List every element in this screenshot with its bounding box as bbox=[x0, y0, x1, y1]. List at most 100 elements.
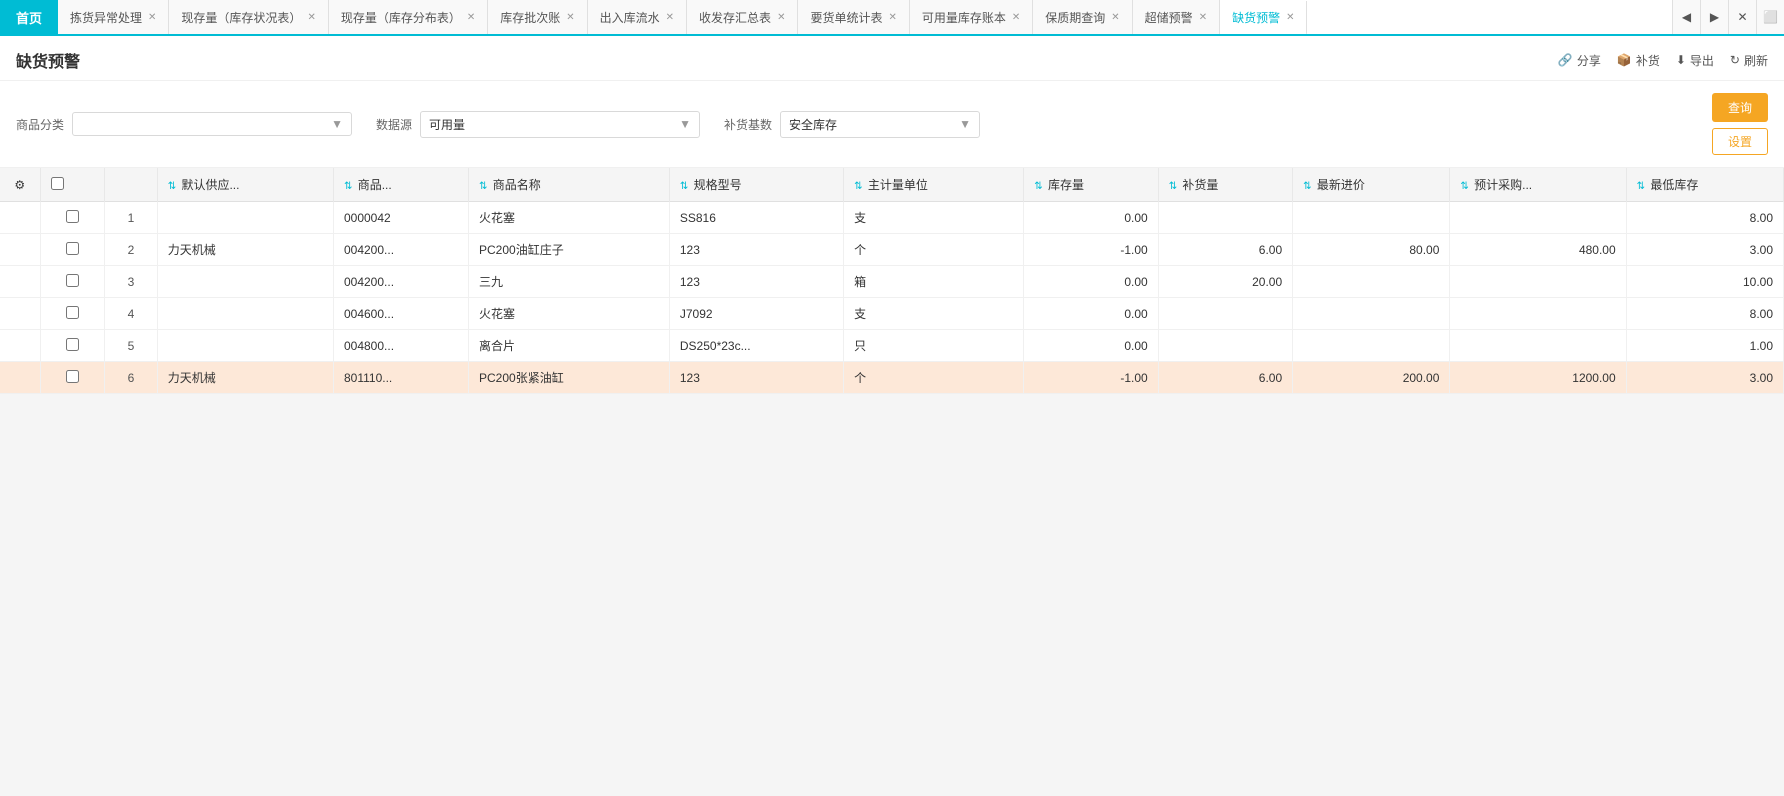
table-row: 4 004600... 火花塞 J7092 支 0.00 8.00 bbox=[0, 298, 1784, 330]
tab-abnormal-close[interactable]: ✕ bbox=[148, 12, 156, 23]
row-est-purchase bbox=[1450, 202, 1626, 234]
row-checkbox-cell[interactable] bbox=[40, 362, 105, 394]
replenish-value: 安全库存 bbox=[789, 116, 837, 133]
tab-available-ledger[interactable]: 可用量库存账本 ✕ bbox=[910, 0, 1033, 34]
col-spec-sort-icon: ⇅ bbox=[680, 181, 688, 192]
tab-maximize-button[interactable]: ⬜ bbox=[1756, 0, 1784, 35]
category-select[interactable]: ▼ bbox=[72, 112, 352, 136]
export-button[interactable]: ⬇ 导出 bbox=[1676, 52, 1714, 69]
query-button[interactable]: 查询 bbox=[1712, 93, 1768, 122]
row-product-name: PC200张紧油缸 bbox=[469, 362, 670, 394]
col-spec-label: 规格型号 bbox=[694, 178, 742, 192]
replenish-select-arrow: ▼ bbox=[959, 117, 971, 131]
col-est-purchase[interactable]: ⇅ 预计采购... bbox=[1450, 168, 1626, 202]
row-num: 5 bbox=[105, 330, 158, 362]
tab-receive-summary[interactable]: 收发存汇总表 ✕ bbox=[687, 0, 798, 34]
data-table: ⚙ ⇅ 默认供应... ⇅ 商品... ⇅ bbox=[0, 168, 1784, 394]
tab-order-stats-close[interactable]: ✕ bbox=[888, 12, 896, 23]
row-supplier bbox=[157, 202, 333, 234]
tab-receive-summary-close[interactable]: ✕ bbox=[777, 12, 785, 23]
col-supplier[interactable]: ⇅ 默认供应... bbox=[157, 168, 333, 202]
col-product-name[interactable]: ⇅ 商品名称 bbox=[469, 168, 670, 202]
row-latest-price bbox=[1293, 330, 1450, 362]
row-checkbox[interactable] bbox=[66, 242, 79, 255]
row-est-purchase bbox=[1450, 298, 1626, 330]
tab-expiry-query-close[interactable]: ✕ bbox=[1111, 12, 1119, 23]
tab-inout-flow[interactable]: 出入库流水 ✕ bbox=[588, 0, 687, 34]
header-actions: 🔗 分享 📦 补货 ⬇ 导出 ↻ 刷新 bbox=[1558, 52, 1768, 69]
col-replenish-qty[interactable]: ⇅ 补货量 bbox=[1158, 168, 1292, 202]
row-product-name: 三九 bbox=[469, 266, 670, 298]
tab-expiry-query[interactable]: 保质期查询 ✕ bbox=[1033, 0, 1132, 34]
tab-next-button[interactable]: ▶ bbox=[1700, 0, 1728, 35]
row-checkbox[interactable] bbox=[66, 210, 79, 223]
row-min-stock: 8.00 bbox=[1626, 202, 1783, 234]
tab-overstock-label: 超储预警 bbox=[1145, 9, 1193, 26]
page-title: 缺货预警 bbox=[16, 48, 80, 72]
tab-available-ledger-label: 可用量库存账本 bbox=[922, 9, 1006, 26]
row-checkbox-cell[interactable] bbox=[40, 266, 105, 298]
row-product-code: 0000042 bbox=[333, 202, 468, 234]
col-min-stock[interactable]: ⇅ 最低库存 bbox=[1626, 168, 1783, 202]
row-checkbox[interactable] bbox=[66, 274, 79, 287]
tab-close-button[interactable]: ✕ bbox=[1728, 0, 1756, 35]
refresh-button[interactable]: ↻ 刷新 bbox=[1730, 52, 1768, 69]
tab-expiry-query-label: 保质期查询 bbox=[1045, 9, 1105, 26]
row-num: 3 bbox=[105, 266, 158, 298]
select-all-checkbox[interactable] bbox=[51, 177, 64, 190]
tab-available-ledger-close[interactable]: ✕ bbox=[1012, 12, 1020, 23]
row-stock: 0.00 bbox=[1024, 330, 1158, 362]
row-checkbox[interactable] bbox=[66, 370, 79, 383]
row-unit: 个 bbox=[844, 362, 1024, 394]
row-num: 4 bbox=[105, 298, 158, 330]
tab-order-stats[interactable]: 要货单统计表 ✕ bbox=[798, 0, 909, 34]
row-est-purchase: 1200.00 bbox=[1450, 362, 1626, 394]
row-min-stock: 10.00 bbox=[1626, 266, 1783, 298]
col-unit-label: 主计量单位 bbox=[868, 178, 928, 192]
row-checkbox[interactable] bbox=[66, 338, 79, 351]
tab-shortage[interactable]: 缺货预警 ✕ bbox=[1220, 1, 1307, 35]
tab-stock-status-close[interactable]: ✕ bbox=[307, 12, 315, 23]
row-unit: 箱 bbox=[844, 266, 1024, 298]
share-button[interactable]: 🔗 分享 bbox=[1558, 52, 1601, 69]
tab-stock-status[interactable]: 现存量（库存状况表） ✕ bbox=[169, 0, 328, 34]
col-spec[interactable]: ⇅ 规格型号 bbox=[669, 168, 843, 202]
table-row: 5 004800... 离合片 DS250*23c... 只 0.00 1.00 bbox=[0, 330, 1784, 362]
tab-batch-account-close[interactable]: ✕ bbox=[566, 12, 574, 23]
tab-overstock-close[interactable]: ✕ bbox=[1199, 12, 1207, 23]
tab-inout-flow-close[interactable]: ✕ bbox=[666, 12, 674, 23]
replenish-select[interactable]: 安全库存 ▼ bbox=[780, 111, 980, 138]
row-checkbox[interactable] bbox=[66, 306, 79, 319]
col-product-code[interactable]: ⇅ 商品... bbox=[333, 168, 468, 202]
col-product-name-sort-icon: ⇅ bbox=[479, 181, 487, 192]
row-checkbox-cell[interactable] bbox=[40, 202, 105, 234]
tab-shortage-close[interactable]: ✕ bbox=[1286, 12, 1294, 23]
tab-overstock[interactable]: 超储预警 ✕ bbox=[1133, 0, 1220, 34]
tab-stock-dist[interactable]: 现存量（库存分布表） ✕ bbox=[329, 0, 488, 34]
row-est-purchase: 480.00 bbox=[1450, 234, 1626, 266]
category-filter-label: 商品分类 bbox=[16, 116, 64, 133]
col-product-name-label: 商品名称 bbox=[493, 178, 541, 192]
tab-batch-account[interactable]: 库存批次账 ✕ bbox=[488, 0, 587, 34]
table-body: 1 0000042 火花塞 SS816 支 0.00 8.00 2 力天机械 0… bbox=[0, 202, 1784, 394]
tab-receive-summary-label: 收发存汇总表 bbox=[699, 9, 771, 26]
tab-home[interactable]: 首页 bbox=[0, 0, 58, 34]
col-latest-price[interactable]: ⇅ 最新进价 bbox=[1293, 168, 1450, 202]
row-num: 1 bbox=[105, 202, 158, 234]
row-checkbox-cell[interactable] bbox=[40, 234, 105, 266]
col-checkbox[interactable] bbox=[40, 168, 105, 202]
tab-prev-button[interactable]: ◀ bbox=[1672, 0, 1700, 35]
row-checkbox-cell[interactable] bbox=[40, 330, 105, 362]
settings-button[interactable]: 设置 bbox=[1712, 128, 1768, 155]
replenish-button[interactable]: 📦 补货 bbox=[1617, 52, 1660, 69]
col-unit[interactable]: ⇅ 主计量单位 bbox=[844, 168, 1024, 202]
col-stock[interactable]: ⇅ 库存量 bbox=[1024, 168, 1158, 202]
row-latest-price bbox=[1293, 266, 1450, 298]
tab-abnormal[interactable]: 拣货异常处理 ✕ bbox=[58, 0, 169, 34]
tab-stock-dist-close[interactable]: ✕ bbox=[467, 12, 475, 23]
table-row: 3 004200... 三九 123 箱 0.00 20.00 10.00 bbox=[0, 266, 1784, 298]
datasource-select[interactable]: 可用量 ▼ bbox=[420, 111, 700, 138]
row-checkbox-cell[interactable] bbox=[40, 298, 105, 330]
col-settings[interactable]: ⚙ bbox=[0, 168, 40, 202]
table-row: 6 力天机械 801110... PC200张紧油缸 123 个 -1.00 6… bbox=[0, 362, 1784, 394]
